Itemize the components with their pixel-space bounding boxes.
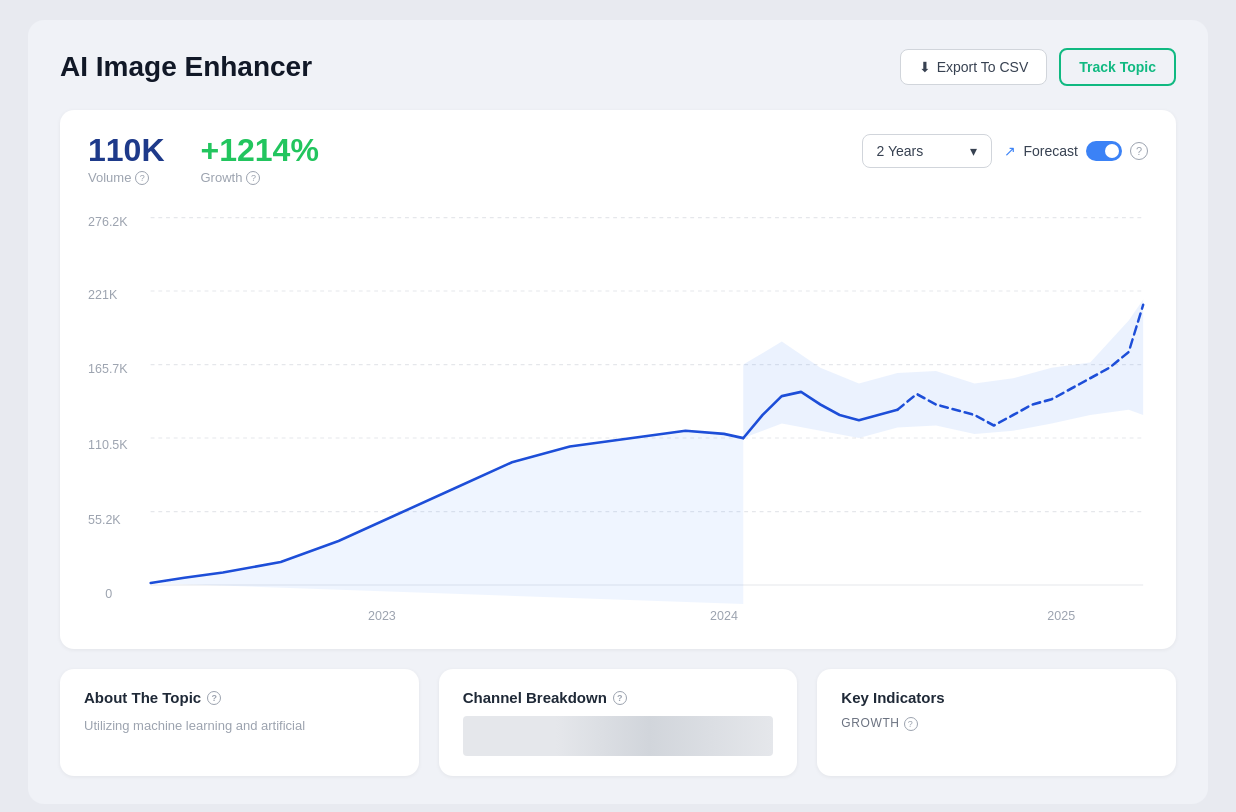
svg-text:221K: 221K <box>88 287 117 303</box>
volume-label: Volume ? <box>88 170 165 185</box>
about-topic-card: About The Topic ? Utilizing machine lear… <box>60 669 419 776</box>
volume-help-icon[interactable]: ? <box>135 171 149 185</box>
key-indicators-card: Key Indicators GROWTH ? <box>817 669 1176 776</box>
chart-svg: 276.2K 221K 165.7K 110.5K 55.2K 0 <box>88 205 1148 625</box>
chart-meta: 110K Volume ? +1214% Growth ? 2 Years <box>88 134 1148 185</box>
channel-breakdown-title: Channel Breakdown ? <box>463 689 774 706</box>
svg-text:2024: 2024 <box>710 607 738 623</box>
chart-area: 276.2K 221K 165.7K 110.5K 55.2K 0 <box>88 205 1148 625</box>
growth-indicator-help-icon[interactable]: ? <box>904 717 918 731</box>
header-actions: ⬇ Export To CSV Track Topic <box>900 48 1176 86</box>
svg-text:110.5K: 110.5K <box>88 436 128 452</box>
channel-breakdown-card: Channel Breakdown ? <box>439 669 798 776</box>
channel-breakdown-content <box>463 716 774 756</box>
forecast-toggle[interactable] <box>1086 141 1122 161</box>
growth-metric: +1214% Growth ? <box>201 134 319 185</box>
main-container: AI Image Enhancer ⬇ Export To CSV Track … <box>28 20 1208 804</box>
about-topic-title: About The Topic ? <box>84 689 395 706</box>
channel-help-icon[interactable]: ? <box>613 691 627 705</box>
growth-indicator-label: GROWTH ? <box>841 716 1152 731</box>
time-period-select[interactable]: 2 Years ▾ <box>862 134 992 168</box>
metrics-container: 110K Volume ? +1214% Growth ? <box>88 134 319 185</box>
about-topic-text: Utilizing machine learning and artificia… <box>84 716 395 736</box>
chart-controls: 2 Years ▾ ↗ Forecast ? <box>862 134 1148 168</box>
bottom-cards: About The Topic ? Utilizing machine lear… <box>60 669 1176 776</box>
forecast-info-icon[interactable]: ? <box>1130 142 1148 160</box>
key-indicators-title: Key Indicators <box>841 689 1152 706</box>
page-header: AI Image Enhancer ⬇ Export To CSV Track … <box>60 48 1176 86</box>
download-icon: ⬇ <box>919 59 931 75</box>
page-title: AI Image Enhancer <box>60 51 312 83</box>
svg-text:2023: 2023 <box>368 607 396 623</box>
export-button[interactable]: ⬇ Export To CSV <box>900 49 1048 85</box>
svg-text:276.2K: 276.2K <box>88 213 128 229</box>
forecast-control: ↗ Forecast ? <box>1004 141 1148 161</box>
volume-metric: 110K Volume ? <box>88 134 165 185</box>
growth-help-icon[interactable]: ? <box>246 171 260 185</box>
growth-value: +1214% <box>201 134 319 166</box>
about-help-icon[interactable]: ? <box>207 691 221 705</box>
svg-text:2025: 2025 <box>1047 607 1075 623</box>
trend-icon: ↗ <box>1004 143 1016 159</box>
svg-text:55.2K: 55.2K <box>88 512 121 528</box>
chart-card: 110K Volume ? +1214% Growth ? 2 Years <box>60 110 1176 649</box>
svg-text:0: 0 <box>105 585 112 601</box>
growth-label: Growth ? <box>201 170 319 185</box>
chevron-down-icon: ▾ <box>970 143 977 159</box>
track-topic-button[interactable]: Track Topic <box>1059 48 1176 86</box>
volume-value: 110K <box>88 134 165 166</box>
svg-text:165.7K: 165.7K <box>88 360 128 376</box>
